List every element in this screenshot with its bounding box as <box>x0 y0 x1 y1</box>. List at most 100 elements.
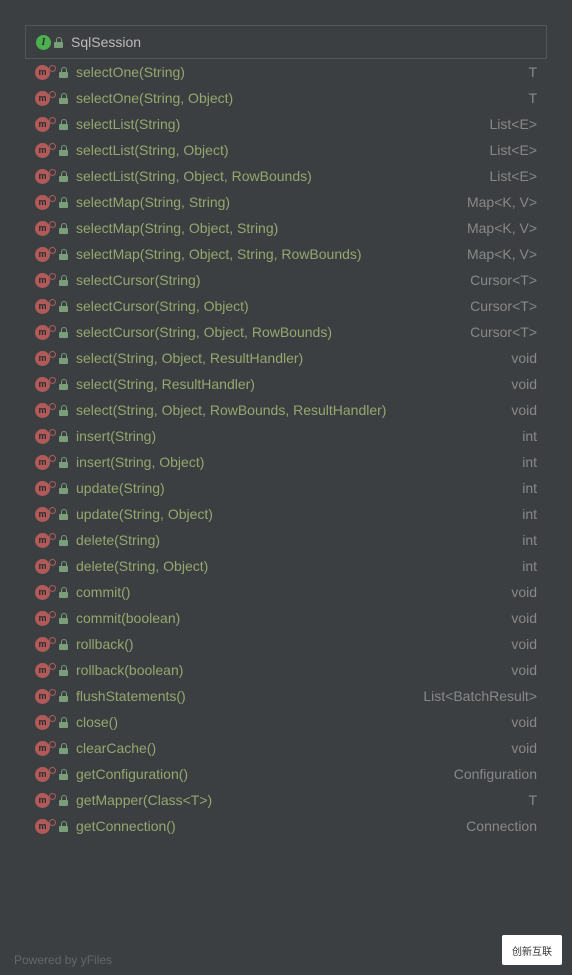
method-row[interactable]: mselectMap(String, String)Map<K, V> <box>25 189 547 215</box>
method-name: selectList(String) <box>76 116 180 132</box>
method-row[interactable]: mrollback()void <box>25 631 547 657</box>
method-icon: m <box>35 455 50 470</box>
abstract-badge-icon <box>49 533 56 540</box>
method-name: commit(boolean) <box>76 610 180 626</box>
method-icon: m <box>35 117 50 132</box>
abstract-badge-icon <box>49 247 56 254</box>
method-icons: m <box>35 325 68 340</box>
method-name: selectCursor(String, Object, RowBounds) <box>76 324 332 340</box>
method-name: selectMap(String, Object, String) <box>76 220 278 236</box>
method-left: mgetConfiguration() <box>35 766 188 782</box>
lock-icon <box>59 327 68 338</box>
method-icons: m <box>35 299 68 314</box>
method-row[interactable]: mselectList(String, Object)List<E> <box>25 137 547 163</box>
abstract-badge-icon <box>49 429 56 436</box>
return-type: Map<K, V> <box>467 246 537 262</box>
class-header[interactable]: I SqlSession <box>25 25 547 59</box>
abstract-badge-icon <box>49 611 56 618</box>
lock-icon <box>59 249 68 260</box>
abstract-badge-icon <box>49 689 56 696</box>
method-left: mgetMapper(Class<T>) <box>35 792 212 808</box>
method-name: selectCursor(String) <box>76 272 200 288</box>
method-icon: m <box>35 169 50 184</box>
method-row[interactable]: mselectCursor(String)Cursor<T> <box>25 267 547 293</box>
method-row[interactable]: mdelete(String, Object)int <box>25 553 547 579</box>
method-name: commit() <box>76 584 130 600</box>
method-name: delete(String, Object) <box>76 558 208 574</box>
method-name: delete(String) <box>76 532 160 548</box>
lock-icon <box>59 301 68 312</box>
return-type: void <box>511 714 537 730</box>
abstract-badge-icon <box>49 585 56 592</box>
method-row[interactable]: mselectMap(String, Object, String, RowBo… <box>25 241 547 267</box>
method-row[interactable]: m selectMap(String, Object, String) Map<K,… <box>25 215 547 241</box>
return-type: T <box>528 90 537 106</box>
lock-icon <box>59 717 68 728</box>
method-row[interactable]: mdelete(String)int <box>25 527 547 553</box>
method-left: mselectMap(String, String) <box>35 194 230 210</box>
method-row[interactable]: mselect(String, Object, ResultHandler)vo… <box>25 345 547 371</box>
lock-icon <box>59 795 68 806</box>
method-row[interactable]: minsert(String, Object)int <box>25 449 547 475</box>
class-title: SqlSession <box>71 34 141 50</box>
method-name: select(String, ResultHandler) <box>76 376 255 392</box>
method-row[interactable]: mgetConnection()Connection <box>25 813 547 839</box>
method-row[interactable]: mgetConfiguration()Configuration <box>25 761 547 787</box>
method-icons: m <box>35 663 68 678</box>
method-row[interactable]: mflushStatements()List<BatchResult> <box>25 683 547 709</box>
method-row[interactable]: mupdate(String) int <box>25 475 547 501</box>
return-type: int <box>522 506 537 522</box>
method-icons: m <box>35 117 68 132</box>
method-row[interactable]: mselectOne(String)T <box>25 59 547 85</box>
abstract-badge-icon <box>49 741 56 748</box>
lock-icon <box>59 587 68 598</box>
lock-icon <box>59 613 68 624</box>
abstract-badge-icon <box>49 195 56 202</box>
method-row[interactable]: minsert(String)int <box>25 423 547 449</box>
lock-icon <box>59 457 68 468</box>
method-row[interactable]: mclearCache()void <box>25 735 547 761</box>
method-icons: m <box>35 481 68 496</box>
method-icons: m <box>35 637 68 652</box>
method-icons: m <box>35 429 68 444</box>
return-type: Map<K, V> <box>467 220 537 236</box>
method-left: mupdate(String) <box>35 480 165 496</box>
method-icons: m <box>35 273 68 288</box>
method-icons: m <box>35 221 68 236</box>
method-name: selectCursor(String, Object) <box>76 298 249 314</box>
method-left: mselectList(String, Object, RowBounds) <box>35 168 312 184</box>
lock-icon <box>59 353 68 364</box>
method-name: close() <box>76 714 118 730</box>
method-icons: m <box>35 91 68 106</box>
method-name: selectList(String, Object) <box>76 142 229 158</box>
method-name: selectOne(String) <box>76 64 185 80</box>
method-row[interactable]: mcommit()void <box>25 579 547 605</box>
return-type: int <box>522 428 537 444</box>
method-row[interactable]: mselectOne(String, Object)T <box>25 85 547 111</box>
method-left: mselect(String, Object, RowBounds, Resul… <box>35 402 386 418</box>
method-row[interactable]: mrollback(boolean)void <box>25 657 547 683</box>
method-row[interactable]: m selectCursor(String, Object, RowBounds)… <box>25 319 547 345</box>
method-row[interactable]: mupdate(String, Object)int <box>25 501 547 527</box>
method-left: mcommit() <box>35 584 130 600</box>
method-row[interactable]: mcommit(boolean)void <box>25 605 547 631</box>
method-left: mdelete(String, Object) <box>35 558 208 574</box>
method-row[interactable]: mselectCursor(String, Object)Cursor<T> <box>25 293 547 319</box>
method-row[interactable]: mselectList(String, Object, RowBounds)Li… <box>25 163 547 189</box>
return-type: int <box>522 480 537 496</box>
method-row[interactable]: mgetMapper(Class<T>)T <box>25 787 547 813</box>
method-name: update(String, Object) <box>76 506 213 522</box>
method-icon: m <box>35 663 50 678</box>
method-icon: m <box>35 273 50 288</box>
method-icons: m <box>35 351 68 366</box>
method-name: flushStatements() <box>76 688 186 704</box>
method-icons: m <box>35 247 68 262</box>
return-type: T <box>528 64 537 80</box>
method-row[interactable]: mselect(String, ResultHandler)void <box>25 371 547 397</box>
method-row[interactable]: mselect(String, Object, RowBounds, Resul… <box>25 397 547 423</box>
method-icons: m <box>35 143 68 158</box>
method-left: m selectMap(String, Object, String) <box>35 220 278 236</box>
method-row[interactable]: mselectList(String)List<E> <box>25 111 547 137</box>
method-row[interactable]: mclose()void <box>25 709 547 735</box>
lock-icon <box>59 67 68 78</box>
